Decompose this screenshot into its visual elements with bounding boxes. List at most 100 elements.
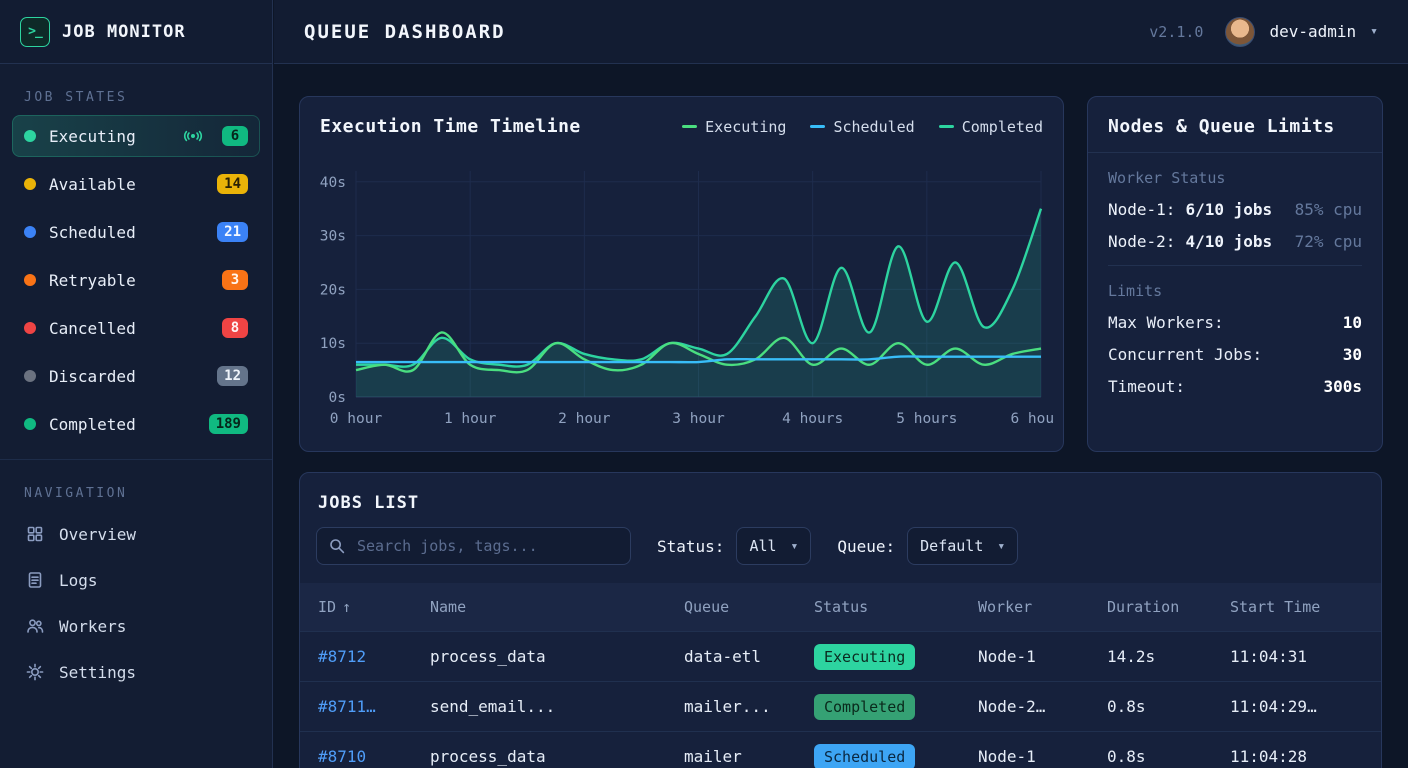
job-name: send_email... <box>430 697 556 716</box>
live-signal-icon <box>183 129 203 143</box>
job-id-link[interactable]: #8712 <box>318 647 430 666</box>
divider <box>1108 265 1362 266</box>
state-label: Available <box>49 174 136 194</box>
sidebar-state-scheduled[interactable]: Scheduled 21 <box>12 211 260 253</box>
job-states-section-label: JOB STATES <box>24 90 128 105</box>
sidebar-state-available[interactable]: Available 14 <box>12 163 260 205</box>
state-count-badge: 3 <box>222 270 248 290</box>
column-header-worker[interactable]: Worker <box>978 598 1107 616</box>
chart-legend: Executing Scheduled Completed <box>682 118 1043 136</box>
sidebar-item-settings[interactable]: Settings <box>0 649 272 695</box>
job-queue: data-etl <box>684 647 762 666</box>
table-row[interactable]: #8712 process_data data-etl Executing No… <box>300 631 1381 681</box>
job-worker: Node-1 <box>978 647 1036 666</box>
sort-asc-icon: ↑ <box>342 598 352 616</box>
limits-label: Limits <box>1108 282 1163 300</box>
legend-label: Executing <box>705 117 787 136</box>
user-name: dev-admin <box>1269 22 1357 41</box>
limit-label: Timeout: <box>1108 377 1186 396</box>
limit-label: Max Workers: <box>1108 313 1224 332</box>
user-avatar[interactable] <box>1225 16 1256 47</box>
sidebar-item-logs[interactable]: Logs <box>0 557 272 603</box>
state-label: Retryable <box>49 270 136 290</box>
svg-text:1 hour: 1 hour <box>444 411 497 427</box>
nodes-queue-limits-card: Nodes & Queue Limits Worker Status Node-… <box>1087 96 1383 452</box>
sidebar-item-workers[interactable]: Workers <box>0 603 272 649</box>
jobs-list-title: JOBS LIST <box>318 493 420 513</box>
job-queue: mailer <box>684 747 742 766</box>
job-duration: 0.8s <box>1107 747 1146 766</box>
node-cpu: 72% cpu <box>1294 232 1362 251</box>
job-id-link[interactable]: #8711… <box>318 697 430 716</box>
node-jobs: 6/10 jobs <box>1185 200 1273 219</box>
executing-legend-dash <box>682 125 698 128</box>
nav-item-label: Settings <box>59 662 137 682</box>
nav-item-label: Workers <box>59 616 127 636</box>
table-row[interactable]: #8710 process_data mailer Scheduled Node… <box>300 731 1381 768</box>
limit-value: 30 <box>1342 345 1362 364</box>
job-worker: Node-1 <box>978 747 1036 766</box>
table-row[interactable]: #8711… send_email... mailer... Completed… <box>300 681 1381 731</box>
timeline-chart: 0 hour 1 hour 2 hour 3 hour 4 hours 5 hours 6 … <box>320 171 1053 427</box>
job-duration: 14.2s <box>1107 647 1156 666</box>
scheduled-status-dot <box>24 226 36 238</box>
state-count-badge: 8 <box>222 318 248 338</box>
sidebar-item-overview[interactable]: Overview <box>0 511 272 557</box>
terminal-logo-icon: >_ <box>20 16 50 47</box>
column-header-duration[interactable]: Duration <box>1107 598 1230 616</box>
chart-title: Execution Time Timeline <box>320 116 581 137</box>
execution-timeline-card: Execution Time Timeline Executing Schedu… <box>299 96 1064 452</box>
sidebar-state-completed[interactable]: Completed 189 <box>12 403 260 445</box>
status-filter-value: All <box>749 537 777 555</box>
chevron-down-icon[interactable]: ▾ <box>1370 24 1378 39</box>
nodes-card-title: Nodes & Queue Limits <box>1108 116 1335 137</box>
svg-text:40s: 40s <box>320 175 346 191</box>
svg-text:0 hour: 0 hour <box>330 411 383 427</box>
column-header-status[interactable]: Status <box>814 598 978 616</box>
column-header-id[interactable]: ID ↑ <box>318 598 430 616</box>
sidebar-state-retryable[interactable]: Retryable 3 <box>12 259 260 301</box>
users-icon <box>27 619 44 633</box>
state-count-badge: 14 <box>217 174 248 194</box>
jobs-table-header: ID ↑ Name Queue Status Worker Duration St… <box>300 583 1381 631</box>
svg-text:6 hours: 6 hours <box>1010 411 1053 427</box>
svg-text:10s: 10s <box>320 336 346 352</box>
chevron-down-icon: ▾ <box>997 538 1006 554</box>
completed-legend-dash <box>938 125 954 128</box>
node-2-row: Node-2: 4/10 jobs 72% cpu <box>1108 232 1362 251</box>
discarded-status-dot <box>24 370 36 382</box>
sidebar-state-cancelled[interactable]: Cancelled 8 <box>12 307 260 349</box>
queue-filter-select[interactable]: Default ▾ <box>907 527 1019 565</box>
svg-text:5 hours: 5 hours <box>896 411 957 427</box>
svg-text:30s: 30s <box>320 229 346 245</box>
cancelled-status-dot <box>24 322 36 334</box>
document-icon <box>28 572 42 588</box>
node-jobs: 4/10 jobs <box>1185 232 1273 251</box>
legend-label: Completed <box>961 117 1043 136</box>
sidebar: >_ JOB MONITOR JOB STATES Executing 6 Av… <box>0 0 273 768</box>
status-filter-label: Status: <box>657 536 725 556</box>
nav-item-label: Overview <box>59 524 137 544</box>
sidebar-state-executing[interactable]: Executing 6 <box>12 115 260 157</box>
legend-item-scheduled: Scheduled <box>810 118 915 136</box>
node-1-row: Node-1: 6/10 jobs 85% cpu <box>1108 200 1362 219</box>
job-name: process_data <box>430 647 546 666</box>
app-title: JOB MONITOR <box>62 21 186 42</box>
completed-status-dot <box>24 418 36 430</box>
sidebar-state-discarded[interactable]: Discarded 12 <box>12 355 260 397</box>
state-label: Discarded <box>49 366 136 386</box>
queue-filter-value: Default <box>920 537 984 555</box>
svg-text:2 hour: 2 hour <box>558 411 611 427</box>
job-start-time: 11:04:31 <box>1230 647 1308 666</box>
job-name: process_data <box>430 747 546 766</box>
column-header-start-time[interactable]: Start Time <box>1230 598 1381 616</box>
job-id-link[interactable]: #8710 <box>318 747 430 766</box>
concurrent-jobs-row: Concurrent Jobs: 30 <box>1108 345 1362 364</box>
status-badge: Scheduled <box>814 743 916 768</box>
search-input[interactable] <box>316 527 631 565</box>
max-workers-row: Max Workers: 10 <box>1108 313 1362 332</box>
status-filter-select[interactable]: All ▾ <box>736 527 812 565</box>
column-header-queue[interactable]: Queue <box>684 598 814 616</box>
grid-icon <box>27 526 43 542</box>
column-header-name[interactable]: Name <box>430 598 684 616</box>
